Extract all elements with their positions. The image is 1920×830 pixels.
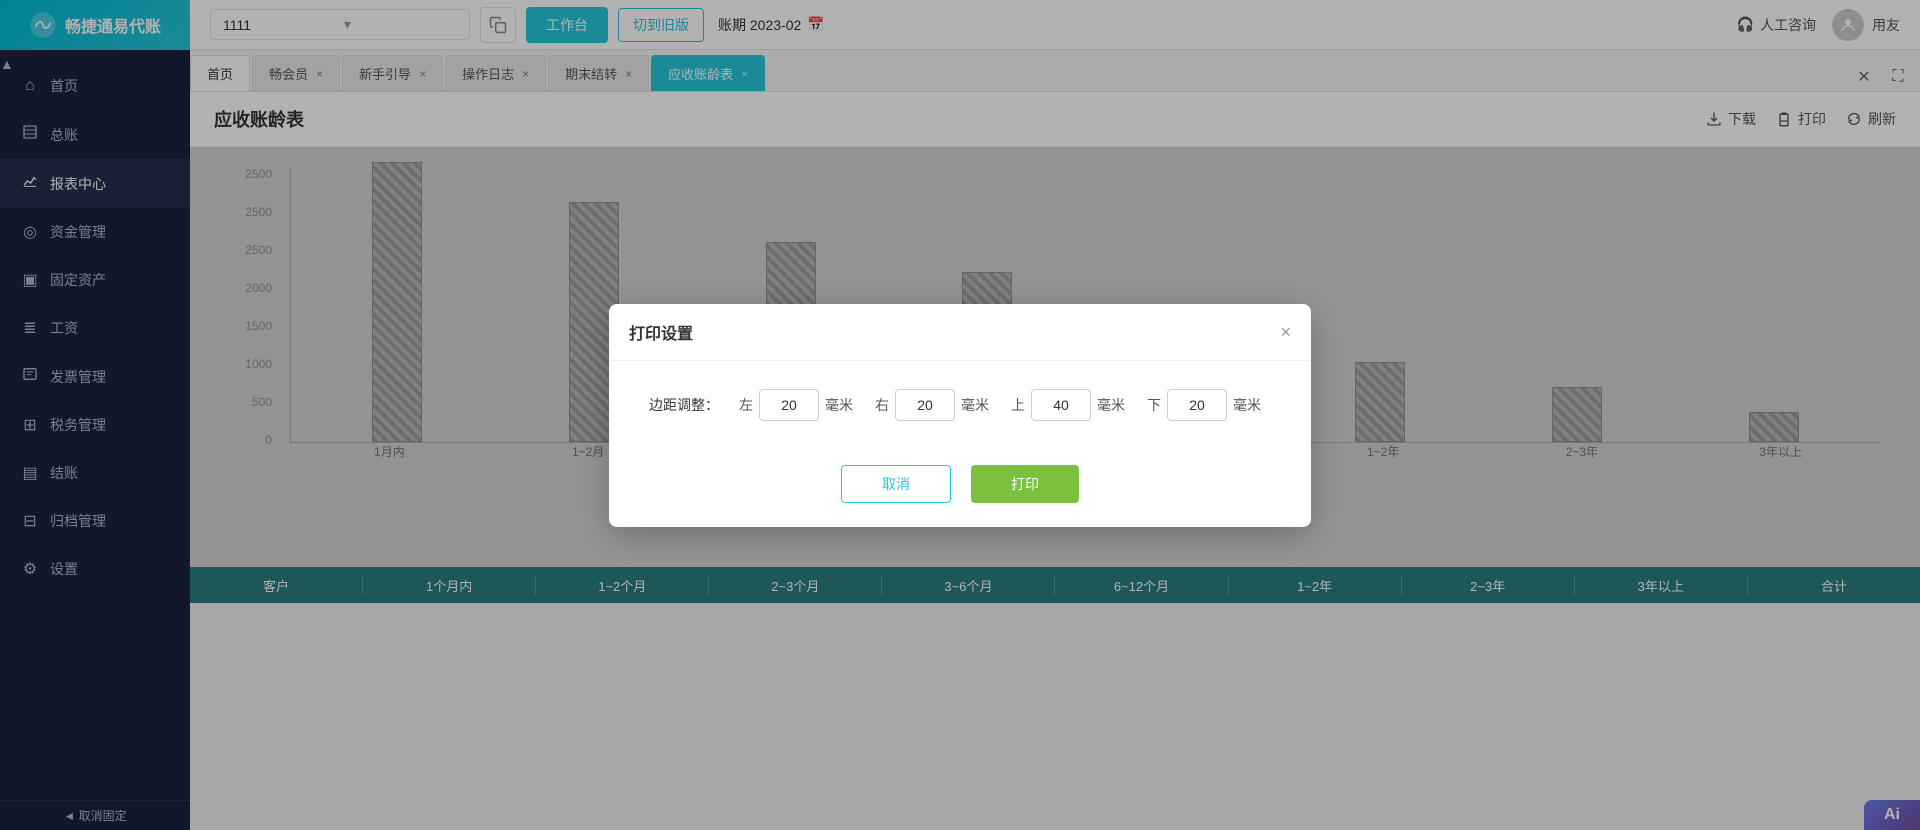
right-margin-input[interactable] (895, 389, 955, 421)
dialog-body: 边距调整： 左 毫米 右 毫米 上 毫米 下 毫米 (609, 361, 1311, 449)
margin-top-item: 上 毫米 (1011, 389, 1125, 421)
left-direction-label: 左 (739, 395, 753, 415)
dialog-footer: 取消 打印 (609, 449, 1311, 527)
bottom-unit-label: 毫米 (1233, 395, 1261, 415)
print-settings-dialog: 打印设置 × 边距调整： 左 毫米 右 毫米 上 毫米 下 (609, 304, 1311, 527)
dialog-header: 打印设置 × (609, 304, 1311, 361)
bottom-margin-input[interactable] (1167, 389, 1227, 421)
margin-left-item: 左 毫米 (739, 389, 853, 421)
right-unit-label: 毫米 (961, 395, 989, 415)
margin-bottom-item: 下 毫米 (1147, 389, 1261, 421)
bottom-direction-label: 下 (1147, 395, 1161, 415)
cancel-button[interactable]: 取消 (841, 465, 951, 503)
dialog-close-button[interactable]: × (1280, 323, 1291, 341)
top-unit-label: 毫米 (1097, 395, 1125, 415)
dialog-overlay: 打印设置 × 边距调整： 左 毫米 右 毫米 上 毫米 下 (0, 0, 1920, 830)
left-margin-input[interactable] (759, 389, 819, 421)
margin-adjust-label: 边距调整： (649, 395, 719, 415)
dialog-title: 打印设置 (629, 320, 693, 344)
print-confirm-button[interactable]: 打印 (971, 465, 1079, 503)
top-direction-label: 上 (1011, 395, 1025, 415)
margin-right-item: 右 毫米 (875, 389, 989, 421)
top-margin-input[interactable] (1031, 389, 1091, 421)
right-direction-label: 右 (875, 395, 889, 415)
left-unit-label: 毫米 (825, 395, 853, 415)
